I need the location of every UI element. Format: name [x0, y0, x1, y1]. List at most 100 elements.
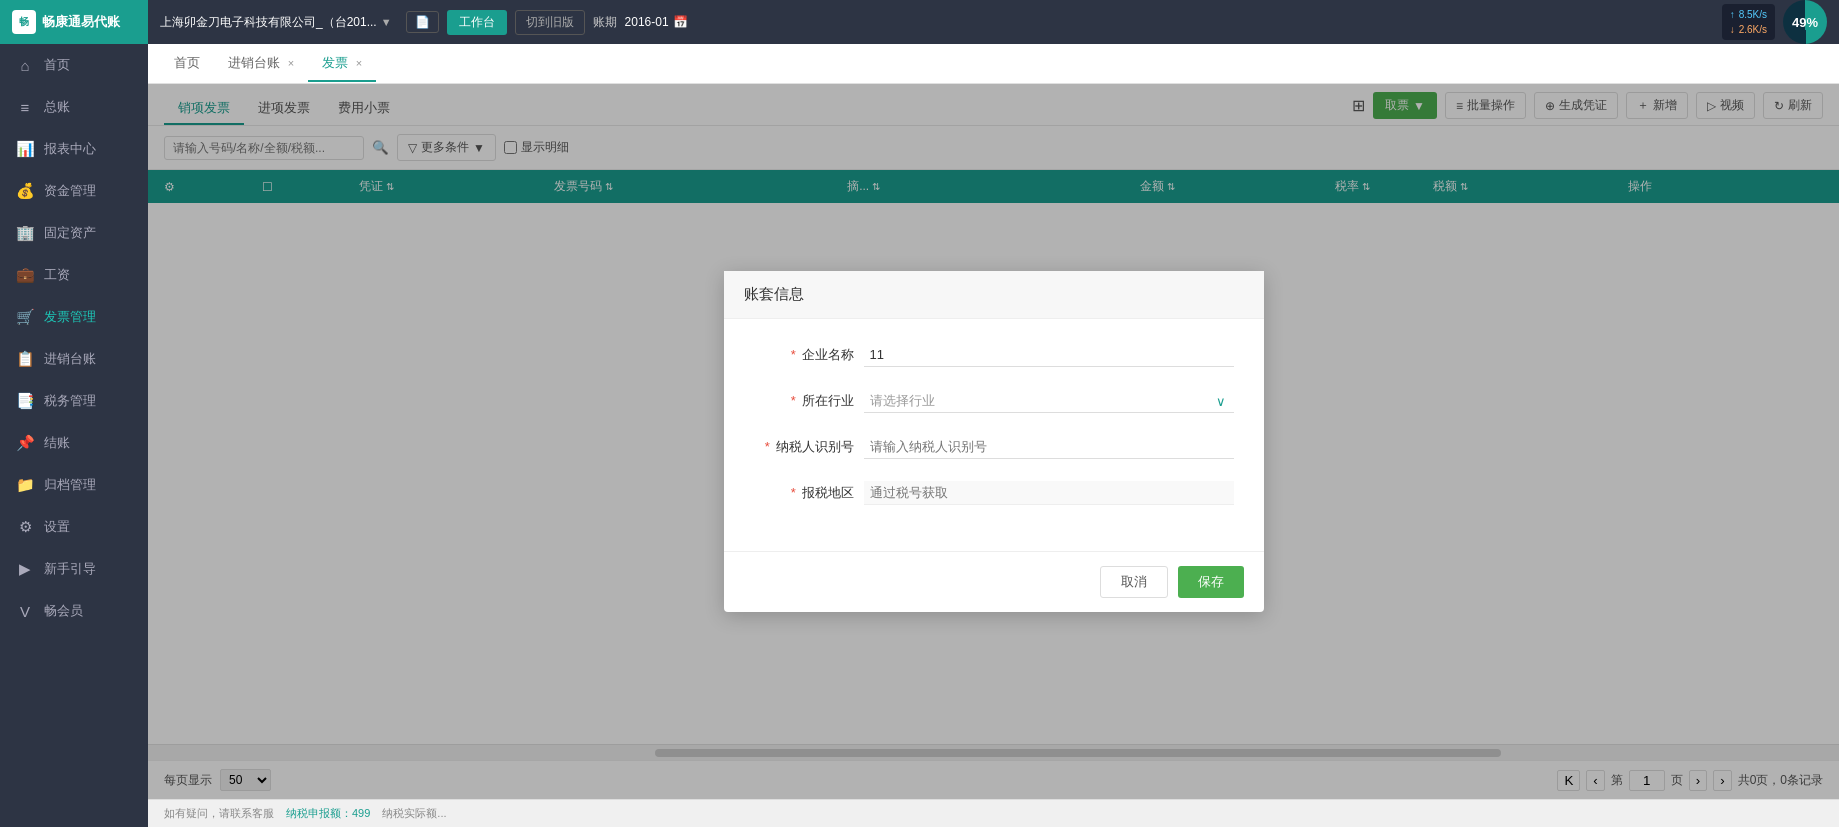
speed-percent: 49%	[1792, 15, 1818, 30]
purchase-icon: 📋	[16, 350, 34, 368]
form-row-tax-id: * 纳税人识别号	[754, 435, 1234, 459]
ledger-icon: ≡	[16, 99, 34, 116]
speed-up: 8.5K/s	[1739, 7, 1767, 22]
sidebar-item-label: 发票管理	[44, 308, 96, 326]
company-name: 上海卯金刀电子科技有限公司_（台201...	[160, 14, 377, 31]
cancel-button[interactable]: 取消	[1100, 566, 1168, 598]
topbar: 上海卯金刀电子科技有限公司_（台201... ▼ 📄 工作台 切到旧版 账期 2…	[148, 0, 1839, 44]
required-mark: *	[791, 347, 796, 362]
sidebar-item-salary[interactable]: 💼 工资	[0, 254, 148, 296]
industry-select-wrapper: 请选择行业 ∨	[864, 389, 1234, 413]
main-area: 上海卯金刀电子科技有限公司_（台201... ▼ 📄 工作台 切到旧版 账期 2…	[148, 0, 1839, 827]
tax-id-label: * 纳税人识别号	[754, 438, 864, 456]
sidebar-item-guide[interactable]: ▶ 新手引导	[0, 548, 148, 590]
sidebar-item-label: 报表中心	[44, 140, 96, 158]
form-row-tax-region: * 报税地区	[754, 481, 1234, 505]
invoice-icon: 🛒	[16, 308, 34, 326]
content-area: 销项发票 进项发票 费用小票 ⊞ 取票 ▼ ≡ 批	[148, 84, 1839, 799]
logo-icon: 畅	[12, 10, 36, 34]
doc-icon: 📄	[415, 15, 430, 29]
sidebar-item-invoice[interactable]: 🛒 发票管理	[0, 296, 148, 338]
content-tabs: 首页 进销台账 × 发票 ×	[148, 44, 1839, 84]
sidebar-item-label: 归档管理	[44, 476, 96, 494]
sidebar-item-archive[interactable]: 📁 归档管理	[0, 464, 148, 506]
sidebar-item-asset[interactable]: 🏢 固定资产	[0, 212, 148, 254]
form-row-company-name: * 企业名称	[754, 343, 1234, 367]
tax-id-input[interactable]	[864, 435, 1234, 459]
sidebar-item-label: 资金管理	[44, 182, 96, 200]
switch-old-button[interactable]: 切到旧版	[515, 10, 585, 35]
archive-icon: 📁	[16, 476, 34, 494]
sidebar-item-label: 畅会员	[44, 602, 83, 620]
sidebar-item-member[interactable]: V 畅会员	[0, 590, 148, 632]
required-mark: *	[765, 439, 770, 454]
bottom-bar: 如有疑问，请联系客服 纳税申报额：499 纳税实际额...	[148, 799, 1839, 827]
sidebar-item-label: 工资	[44, 266, 70, 284]
tab-home[interactable]: 首页	[160, 46, 214, 82]
company-arrow-icon: ▼	[381, 16, 392, 28]
app-name: 畅康通易代账	[42, 13, 120, 31]
tax-region-input	[864, 481, 1234, 505]
period-value: 2016-01	[625, 15, 669, 29]
tax-declare-link[interactable]: 纳税申报额：499	[286, 806, 370, 821]
sidebar-item-label: 总账	[44, 98, 70, 116]
settle-icon: 📌	[16, 434, 34, 452]
modal-title: 账套信息	[744, 285, 804, 302]
sidebar-item-label: 固定资产	[44, 224, 96, 242]
tab-purchase-label: 进销台账	[228, 55, 280, 70]
tab-purchase[interactable]: 进销台账 ×	[214, 46, 308, 82]
sidebar-item-label: 设置	[44, 518, 70, 536]
sidebar-item-settle[interactable]: 📌 结账	[0, 422, 148, 464]
required-mark: *	[791, 485, 796, 500]
tax-actual-text: 纳税实际额...	[382, 806, 446, 821]
tab-invoice-label: 发票	[322, 55, 348, 70]
speed-display: ↑ 8.5K/s ↓ 2.6K/s	[1722, 4, 1775, 40]
sidebar-item-label: 税务管理	[44, 392, 96, 410]
sidebar-item-home[interactable]: ⌂ 首页	[0, 44, 148, 86]
salary-icon: 💼	[16, 266, 34, 284]
guide-icon: ▶	[16, 560, 34, 578]
sidebar-item-ledger[interactable]: ≡ 总账	[0, 86, 148, 128]
industry-select[interactable]: 请选择行业	[864, 389, 1234, 412]
app-logo: 畅 畅康通易代账	[0, 0, 148, 44]
speed-circle: 49%	[1783, 0, 1827, 44]
period-display: 账期 2016-01 📅	[593, 14, 688, 31]
sidebar-item-label: 结账	[44, 434, 70, 452]
workbench-button[interactable]: 工作台	[447, 10, 507, 35]
form-row-industry: * 所在行业 请选择行业 ∨	[754, 389, 1234, 413]
bottom-text: 如有疑问，请联系客服	[164, 806, 274, 821]
account-info-modal: 账套信息 * 企业名称 * 所在行	[724, 271, 1264, 612]
sidebar-item-label: 进销台账	[44, 350, 96, 368]
sidebar-item-finance[interactable]: 💰 资金管理	[0, 170, 148, 212]
sidebar-item-settings[interactable]: ⚙ 设置	[0, 506, 148, 548]
doc-icon-button[interactable]: 📄	[406, 11, 439, 33]
settings-icon: ⚙	[16, 518, 34, 536]
save-button[interactable]: 保存	[1178, 566, 1244, 598]
sidebar-item-report[interactable]: 📊 报表中心	[0, 128, 148, 170]
home-icon: ⌂	[16, 57, 34, 74]
tab-home-label: 首页	[174, 55, 200, 70]
modal-footer: 取消 保存	[724, 551, 1264, 612]
tax-region-label: * 报税地区	[754, 484, 864, 502]
tab-purchase-close[interactable]: ×	[288, 57, 294, 69]
modal-overlay: 账套信息 * 企业名称 * 所在行	[148, 84, 1839, 799]
industry-label: * 所在行业	[754, 392, 864, 410]
member-icon: V	[16, 603, 34, 620]
sidebar-item-purchase[interactable]: 📋 进销台账	[0, 338, 148, 380]
company-selector[interactable]: 上海卯金刀电子科技有限公司_（台201... ▼	[160, 14, 392, 31]
sidebar: 畅 畅康通易代账 ⌂ 首页 ≡ 总账 📊 报表中心 💰 资金管理 🏢 固定资产 …	[0, 0, 148, 827]
company-name-label: * 企业名称	[754, 346, 864, 364]
calendar-icon: 📅	[673, 15, 688, 29]
tab-invoice[interactable]: 发票 ×	[308, 46, 376, 82]
finance-icon: 💰	[16, 182, 34, 200]
modal-body: * 企业名称 * 所在行业 请选择行业	[724, 319, 1264, 551]
sidebar-item-label: 新手引导	[44, 560, 96, 578]
company-name-input[interactable]	[864, 343, 1234, 367]
period-label: 账期	[593, 14, 617, 31]
speed-down: 2.6K/s	[1739, 22, 1767, 37]
tab-invoice-close[interactable]: ×	[356, 57, 362, 69]
tax-icon: 📑	[16, 392, 34, 410]
sidebar-item-tax[interactable]: 📑 税务管理	[0, 380, 148, 422]
modal-header: 账套信息	[724, 271, 1264, 319]
asset-icon: 🏢	[16, 224, 34, 242]
